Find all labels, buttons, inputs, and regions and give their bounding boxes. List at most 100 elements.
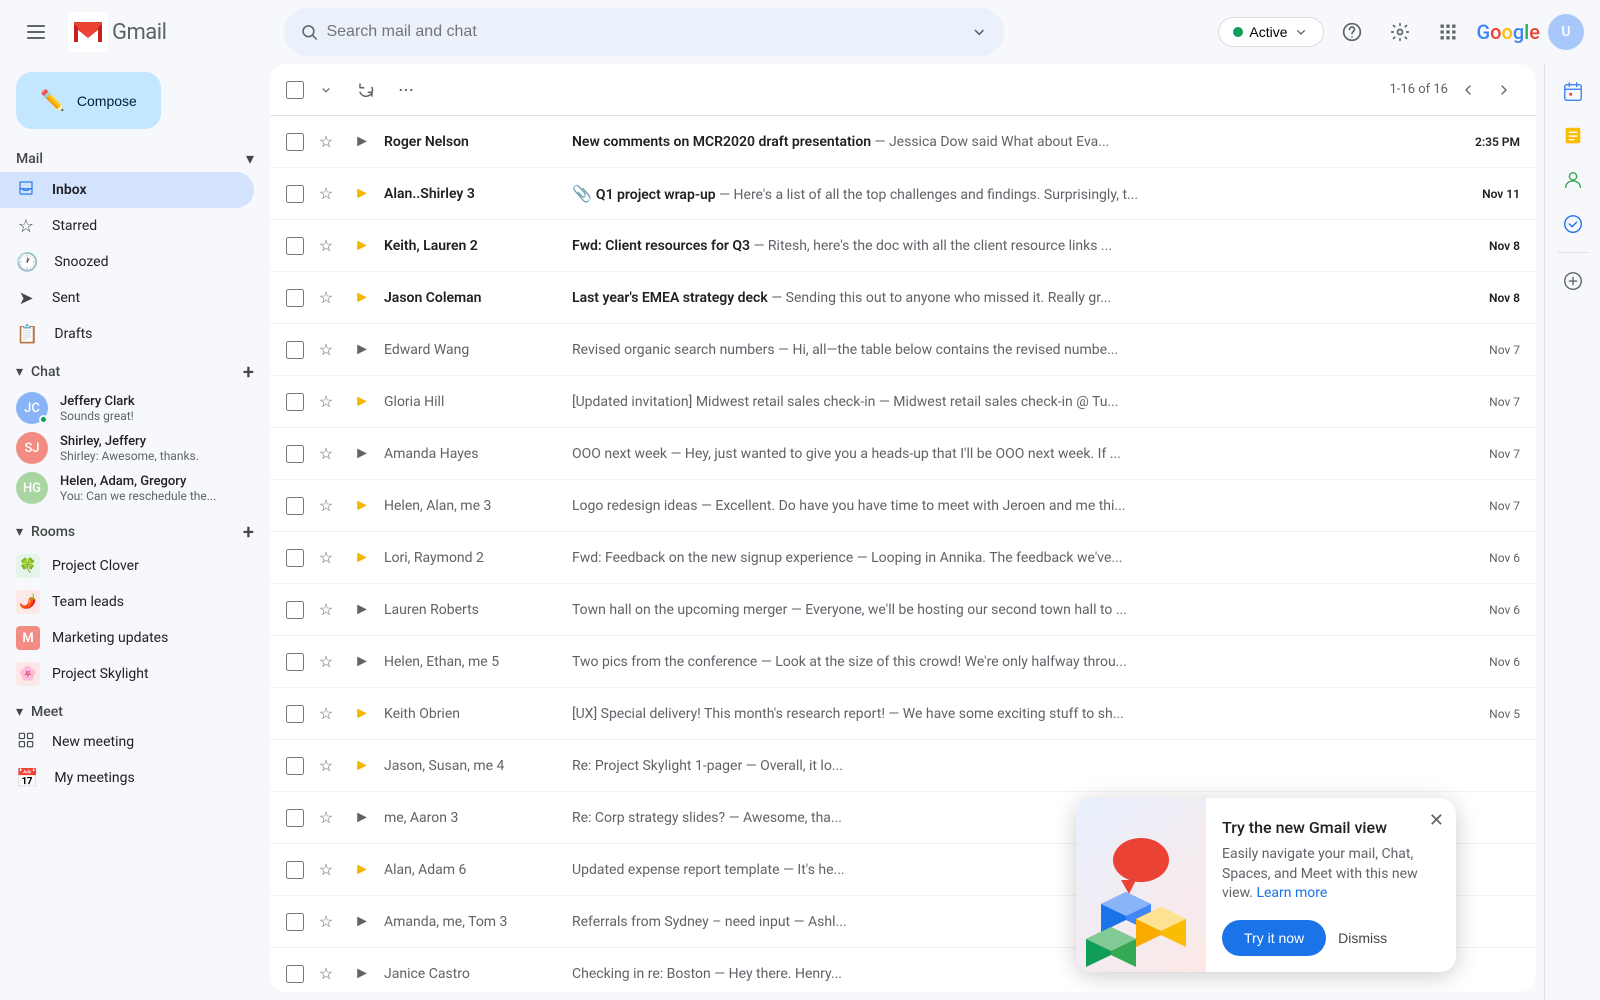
- email-subject: Revised organic search numbers: [572, 342, 775, 358]
- email-row[interactable]: ☆ ► Keith Obrien [UX] Special delivery! …: [270, 688, 1536, 740]
- prev-page-button[interactable]: [1452, 74, 1484, 106]
- star-button[interactable]: ☆: [312, 232, 340, 260]
- email-row[interactable]: ☆ ► Keith, Lauren 2 Fwd: Client resource…: [270, 220, 1536, 272]
- star-button[interactable]: ☆: [312, 388, 340, 416]
- star-button[interactable]: ☆: [312, 752, 340, 780]
- google-keep-button[interactable]: [1553, 116, 1593, 156]
- email-subject: Logo redesign ideas: [572, 498, 697, 514]
- email-checkbox[interactable]: [286, 237, 304, 255]
- right-sidebar: [1544, 64, 1600, 1000]
- email-checkbox[interactable]: [286, 549, 304, 567]
- hamburger-button[interactable]: [16, 12, 56, 52]
- email-checkbox[interactable]: [286, 965, 304, 983]
- email-row[interactable]: ☆ ► Jason, Susan, me 4 Re: Project Skyli…: [270, 740, 1536, 792]
- room-item-project-clover[interactable]: 🍀 Project Clover: [0, 548, 254, 584]
- sidebar-item-sent[interactable]: ➤ Sent: [0, 280, 254, 316]
- search-expand-icon[interactable]: [970, 22, 988, 42]
- settings-button[interactable]: [1380, 12, 1420, 52]
- search-input[interactable]: [326, 23, 961, 41]
- email-row[interactable]: ☆ ► Amanda Hayes OOO next week — Hey, ju…: [270, 428, 1536, 480]
- email-checkbox[interactable]: [286, 445, 304, 463]
- star-button[interactable]: ☆: [312, 544, 340, 572]
- next-page-button[interactable]: [1488, 74, 1520, 106]
- star-button[interactable]: ☆: [312, 596, 340, 624]
- email-row[interactable]: ☆ ► Helen, Alan, me 3 Logo redesign idea…: [270, 480, 1536, 532]
- room-item-marketing-updates[interactable]: M Marketing updates: [0, 620, 254, 656]
- email-row[interactable]: ☆ ► Gloria Hill [Updated invitation] Mid…: [270, 376, 1536, 428]
- email-checkbox[interactable]: [286, 601, 304, 619]
- star-button[interactable]: ☆: [312, 700, 340, 728]
- star-button[interactable]: ☆: [312, 960, 340, 988]
- star-button[interactable]: ☆: [312, 908, 340, 936]
- email-checkbox[interactable]: [286, 705, 304, 723]
- google-contacts-button[interactable]: [1553, 160, 1593, 200]
- email-row[interactable]: ☆ ► Lori, Raymond 2 Fwd: Feedback on the…: [270, 532, 1536, 584]
- star-button[interactable]: ☆: [312, 648, 340, 676]
- email-row[interactable]: ☆ ► Lauren Roberts Town hall on the upco…: [270, 584, 1536, 636]
- google-tasks-button[interactable]: [1553, 204, 1593, 244]
- email-row[interactable]: ☆ ► Alan..Shirley 3 📎Q1 project wrap-up …: [270, 168, 1536, 220]
- popup-close-button[interactable]: ✕: [1429, 810, 1444, 831]
- star-button[interactable]: ☆: [312, 440, 340, 468]
- learn-more-link[interactable]: Learn more: [1256, 885, 1327, 901]
- email-checkbox[interactable]: [286, 809, 304, 827]
- toolbar-dropdown-button[interactable]: [308, 72, 344, 108]
- star-button[interactable]: ☆: [312, 804, 340, 832]
- apps-button[interactable]: [1428, 12, 1468, 52]
- email-subject: Fwd: Client resources for Q3: [572, 238, 750, 254]
- sidebar-item-inbox[interactable]: Inbox: [0, 172, 254, 208]
- clock-icon: 🕐: [16, 252, 38, 273]
- email-row[interactable]: ☆ ► Jason Coleman Last year's EMEA strat…: [270, 272, 1536, 324]
- sidebar-item-drafts[interactable]: 📋 Drafts: [0, 316, 254, 352]
- star-button[interactable]: ☆: [312, 180, 340, 208]
- mail-section-header[interactable]: Mail ▾: [0, 145, 270, 172]
- select-all-checkbox[interactable]: [286, 81, 304, 99]
- star-button[interactable]: ☆: [312, 336, 340, 364]
- email-row[interactable]: ☆ ► Roger Nelson New comments on MCR2020…: [270, 116, 1536, 168]
- compose-button[interactable]: ✏️ Compose: [16, 72, 161, 129]
- meet-section-label: Meet: [31, 704, 63, 720]
- email-row[interactable]: ☆ ► Helen, Ethan, me 5 Two pics from the…: [270, 636, 1536, 688]
- email-checkbox[interactable]: [286, 133, 304, 151]
- room-item-team-leads[interactable]: 🌶️ Team leads: [0, 584, 254, 620]
- chat-contact-jeffery[interactable]: JC Jeffery Clark Sounds great!: [0, 388, 254, 428]
- forward-icon: ►: [348, 960, 376, 988]
- email-checkbox[interactable]: [286, 497, 304, 515]
- star-button[interactable]: ☆: [312, 492, 340, 520]
- refresh-button[interactable]: [348, 72, 384, 108]
- email-checkbox[interactable]: [286, 913, 304, 931]
- chat-contact-helen-adam[interactable]: HG Helen, Adam, Gregory You: Can we resc…: [0, 468, 254, 508]
- star-button[interactable]: ☆: [312, 128, 340, 156]
- meet-item-my-meetings[interactable]: 📅 My meetings: [0, 760, 254, 796]
- chat-section-header[interactable]: ▾ Chat +: [0, 356, 270, 388]
- email-checkbox[interactable]: [286, 757, 304, 775]
- dismiss-button[interactable]: Dismiss: [1338, 930, 1387, 946]
- sidebar-item-snoozed[interactable]: 🕐 Snoozed: [0, 244, 254, 280]
- new-meeting-label: New meeting: [52, 734, 134, 750]
- email-checkbox[interactable]: [286, 393, 304, 411]
- email-checkbox[interactable]: [286, 341, 304, 359]
- google-calendar-button[interactable]: [1553, 72, 1593, 112]
- chat-contact-shirley[interactable]: SJ Shirley, Jeffery Shirley: Awesome, th…: [0, 428, 254, 468]
- star-button[interactable]: ☆: [312, 856, 340, 884]
- email-checkbox[interactable]: [286, 185, 304, 203]
- email-row[interactable]: ☆ ► Edward Wang Revised organic search n…: [270, 324, 1536, 376]
- avatar[interactable]: U: [1548, 14, 1584, 50]
- meet-item-new-meeting[interactable]: New meeting: [0, 724, 254, 760]
- star-button[interactable]: ☆: [312, 284, 340, 312]
- email-checkbox[interactable]: [286, 653, 304, 671]
- email-checkbox[interactable]: [286, 861, 304, 879]
- chat-add-button[interactable]: +: [243, 360, 254, 384]
- rooms-section-header[interactable]: ▾ Rooms +: [0, 516, 270, 548]
- room-item-project-skylight[interactable]: 🌸 Project Skylight: [0, 656, 254, 692]
- more-options-button[interactable]: [388, 72, 424, 108]
- email-preview: — Ashl...: [794, 914, 847, 930]
- help-button[interactable]: [1332, 12, 1372, 52]
- rooms-add-button[interactable]: +: [243, 520, 254, 544]
- try-it-now-button[interactable]: Try it now: [1222, 920, 1326, 956]
- meet-section-header[interactable]: ▾ Meet: [0, 700, 270, 724]
- active-status-button[interactable]: Active: [1218, 17, 1324, 47]
- add-apps-button[interactable]: [1553, 261, 1593, 301]
- email-checkbox[interactable]: [286, 289, 304, 307]
- sidebar-item-starred[interactable]: ☆ Starred: [0, 208, 254, 244]
